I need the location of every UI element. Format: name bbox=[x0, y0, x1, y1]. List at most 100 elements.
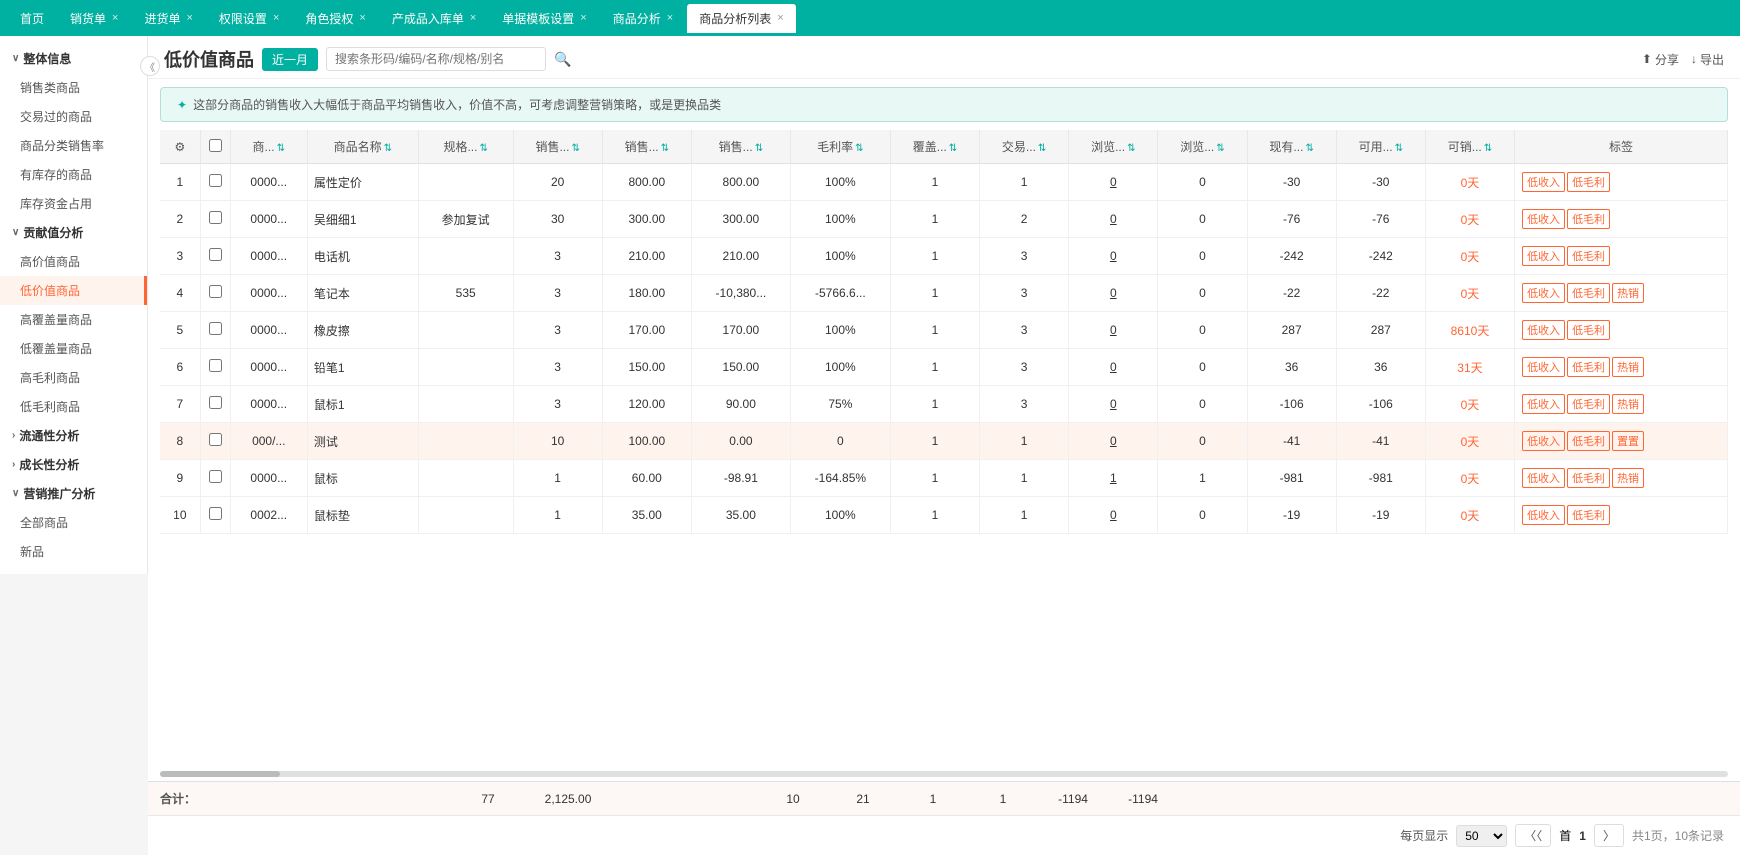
sidebar-item-new-goods[interactable]: 新品 bbox=[0, 537, 147, 566]
row-checkbox[interactable] bbox=[209, 211, 222, 224]
row-checkbox[interactable] bbox=[209, 396, 222, 409]
views1-link[interactable]: 0 bbox=[1110, 249, 1117, 263]
sidebar-item-inventory-funds[interactable]: 库存资金占用 bbox=[0, 189, 147, 218]
nav-analysis-list-close[interactable]: × bbox=[777, 12, 783, 24]
sidebar-group-overall[interactable]: ∨ 整体信息 bbox=[0, 44, 147, 73]
sidebar-item-traded-goods[interactable]: 交易过的商品 bbox=[0, 102, 147, 131]
nav-item-purchase[interactable]: 进货单 × bbox=[132, 4, 204, 33]
cell-checkbox[interactable] bbox=[200, 423, 230, 460]
content-header: 低价值商品 近一月 🔍 ⬆ 分享 ↓ 导出 bbox=[148, 36, 1740, 79]
cell-views2: 1 bbox=[1158, 460, 1247, 497]
cell-checkbox[interactable] bbox=[200, 275, 230, 312]
horizontal-scrollbar[interactable] bbox=[160, 771, 1728, 777]
row-checkbox[interactable] bbox=[209, 507, 222, 520]
cell-checkbox[interactable] bbox=[200, 238, 230, 275]
sidebar-item-low-margin[interactable]: 低毛利商品 bbox=[0, 392, 147, 421]
cell-checkbox[interactable] bbox=[200, 497, 230, 534]
cell-spec: 535 bbox=[418, 275, 513, 312]
cell-views1[interactable]: 0 bbox=[1069, 349, 1158, 386]
first-page-button[interactable]: 〈〈 bbox=[1515, 824, 1551, 847]
row-checkbox[interactable] bbox=[209, 285, 222, 298]
row-checkbox[interactable] bbox=[209, 248, 222, 261]
views1-link[interactable]: 0 bbox=[1110, 508, 1117, 522]
page-size-select[interactable]: 50 100 200 bbox=[1456, 825, 1507, 847]
views1-link[interactable]: 0 bbox=[1110, 397, 1117, 411]
row-checkbox[interactable] bbox=[209, 433, 222, 446]
cell-sales-qty: 3 bbox=[513, 275, 602, 312]
nav-item-analysis-list[interactable]: 商品分析列表 × bbox=[687, 4, 795, 33]
tag: 低收入 bbox=[1522, 209, 1565, 229]
cell-checkbox[interactable] bbox=[200, 164, 230, 201]
sidebar-item-sales-goods[interactable]: 销售类商品 bbox=[0, 73, 147, 102]
sidebar-item-high-value[interactable]: 高价值商品 bbox=[0, 247, 147, 276]
nav-item-template[interactable]: 单据模板设置 × bbox=[490, 4, 598, 33]
views1-link[interactable]: 1 bbox=[1110, 471, 1117, 485]
cell-views1[interactable]: 1 bbox=[1069, 460, 1158, 497]
cell-name: 鼠标 bbox=[307, 460, 418, 497]
row-checkbox[interactable] bbox=[209, 359, 222, 372]
cell-checkbox[interactable] bbox=[200, 201, 230, 238]
sidebar-group-growth[interactable]: › 成长性分析 bbox=[0, 450, 147, 479]
cell-checkbox[interactable] bbox=[200, 460, 230, 497]
sidebar-group-marketing[interactable]: ∨ 营销推广分析 bbox=[0, 479, 147, 508]
cell-views1[interactable]: 0 bbox=[1069, 423, 1158, 460]
nav-item-products[interactable]: 产成品入库单 × bbox=[380, 4, 488, 33]
nav-item-analysis[interactable]: 商品分析 × bbox=[601, 4, 685, 33]
views1-link[interactable]: 0 bbox=[1110, 175, 1117, 189]
sidebar-item-high-coverage[interactable]: 高覆盖量商品 bbox=[0, 305, 147, 334]
views1-link[interactable]: 0 bbox=[1110, 360, 1117, 374]
period-button[interactable]: 近一月 bbox=[262, 48, 318, 71]
sidebar-item-category-sales[interactable]: 商品分类销售率 bbox=[0, 131, 147, 160]
search-icon[interactable]: 🔍 bbox=[554, 51, 571, 68]
cell-views1[interactable]: 0 bbox=[1069, 312, 1158, 349]
sidebar-group-contribution[interactable]: ∨ 贡献值分析 bbox=[0, 218, 147, 247]
share-button[interactable]: ⬆ 分享 bbox=[1642, 51, 1679, 68]
nav-item-roles[interactable]: 角色授权 × bbox=[293, 4, 377, 33]
cell-views1[interactable]: 0 bbox=[1069, 386, 1158, 423]
views1-link[interactable]: 0 bbox=[1110, 434, 1117, 448]
views1-link[interactable]: 0 bbox=[1110, 212, 1117, 226]
cell-views1[interactable]: 0 bbox=[1069, 164, 1158, 201]
cell-views1[interactable]: 0 bbox=[1069, 275, 1158, 312]
sidebar-group-circulation[interactable]: › 流通性分析 bbox=[0, 421, 147, 450]
row-checkbox[interactable] bbox=[209, 174, 222, 187]
cell-checkbox[interactable] bbox=[200, 386, 230, 423]
cell-views1[interactable]: 0 bbox=[1069, 201, 1158, 238]
nav-purchase-close[interactable]: × bbox=[186, 12, 192, 24]
sidebar-item-all-goods[interactable]: 全部商品 bbox=[0, 508, 147, 537]
cell-views2: 0 bbox=[1158, 312, 1247, 349]
nav-item-permissions[interactable]: 权限设置 × bbox=[207, 4, 291, 33]
cell-tags: 低收入低毛利 bbox=[1515, 312, 1728, 349]
cell-checkbox[interactable] bbox=[200, 349, 230, 386]
col-checkbox[interactable] bbox=[200, 130, 230, 164]
search-input[interactable] bbox=[326, 47, 546, 71]
col-settings[interactable]: ⚙ bbox=[160, 130, 200, 164]
nav-roles-close[interactable]: × bbox=[359, 12, 365, 24]
row-checkbox[interactable] bbox=[209, 470, 222, 483]
cell-checkbox[interactable] bbox=[200, 312, 230, 349]
nav-products-close[interactable]: × bbox=[470, 12, 476, 24]
nav-item-home[interactable]: 首页 bbox=[8, 4, 56, 33]
scrollbar-thumb[interactable] bbox=[160, 771, 280, 777]
sidebar-collapse-button[interactable]: 《 bbox=[140, 56, 160, 76]
nav-analysis-close[interactable]: × bbox=[667, 12, 673, 24]
sidebar-item-low-coverage[interactable]: 低覆盖量商品 bbox=[0, 334, 147, 363]
export-button[interactable]: ↓ 导出 bbox=[1691, 51, 1724, 68]
row-checkbox[interactable] bbox=[209, 322, 222, 335]
views1-link[interactable]: 0 bbox=[1110, 323, 1117, 337]
nav-item-sales[interactable]: 销货单 × bbox=[58, 4, 130, 33]
sidebar-item-stocked-goods[interactable]: 有库存的商品 bbox=[0, 160, 147, 189]
cell-views1[interactable]: 0 bbox=[1069, 497, 1158, 534]
nav-sales-close[interactable]: × bbox=[112, 12, 118, 24]
nav-template-close[interactable]: × bbox=[580, 12, 586, 24]
sidebar-item-high-margin[interactable]: 高毛利商品 bbox=[0, 363, 147, 392]
nav-permissions-close[interactable]: × bbox=[273, 12, 279, 24]
cell-sales-qty: 3 bbox=[513, 238, 602, 275]
cell-available: -22 bbox=[1336, 275, 1425, 312]
select-all-checkbox[interactable] bbox=[209, 139, 222, 152]
sidebar-item-low-value[interactable]: 低价值商品 bbox=[0, 276, 147, 305]
cell-views1[interactable]: 0 bbox=[1069, 238, 1158, 275]
next-page-button[interactable]: 〉 bbox=[1594, 824, 1624, 847]
views1-link[interactable]: 0 bbox=[1110, 286, 1117, 300]
days-cell: 0天 bbox=[1461, 176, 1480, 190]
